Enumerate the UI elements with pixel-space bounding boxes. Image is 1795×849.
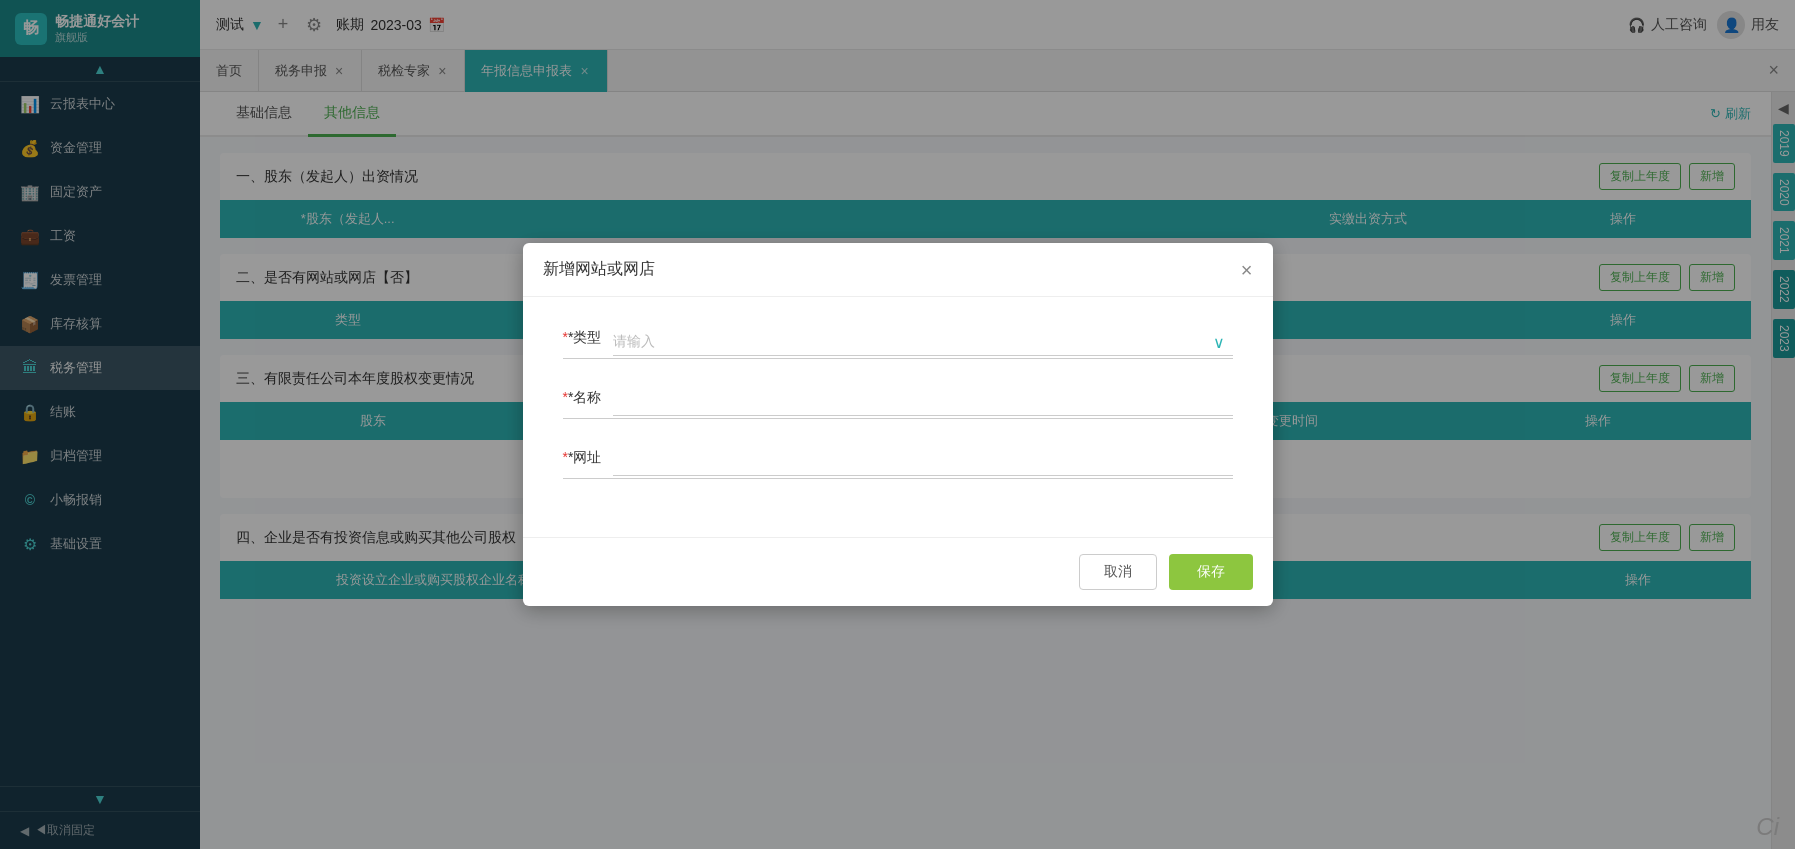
form-field-type: **类型 ∨: [563, 327, 1233, 359]
modal-header: 新增网站或网店 ×: [523, 243, 1273, 297]
save-button[interactable]: 保存: [1169, 554, 1253, 590]
type-input[interactable]: [613, 327, 1232, 356]
cancel-button[interactable]: 取消: [1079, 554, 1157, 590]
form-field-name: **名称: [563, 387, 1233, 419]
modal-footer: 取消 保存: [523, 537, 1273, 606]
url-input[interactable]: [613, 447, 1232, 476]
modal-body: **类型 ∨ **名称: [523, 297, 1273, 537]
url-label: **网址: [563, 449, 602, 467]
modal-title: 新增网站或网店: [543, 259, 655, 280]
type-label: **类型: [563, 329, 602, 347]
name-label: **名称: [563, 389, 602, 407]
name-input[interactable]: [613, 387, 1232, 416]
form-field-url: **网址: [563, 447, 1233, 479]
type-dropdown-arrow: ∨: [1213, 332, 1225, 351]
modal-overlay: 新增网站或网店 × **类型 ∨: [0, 0, 1795, 849]
modal-close-button[interactable]: ×: [1241, 260, 1253, 280]
add-website-modal: 新增网站或网店 × **类型 ∨: [523, 243, 1273, 606]
